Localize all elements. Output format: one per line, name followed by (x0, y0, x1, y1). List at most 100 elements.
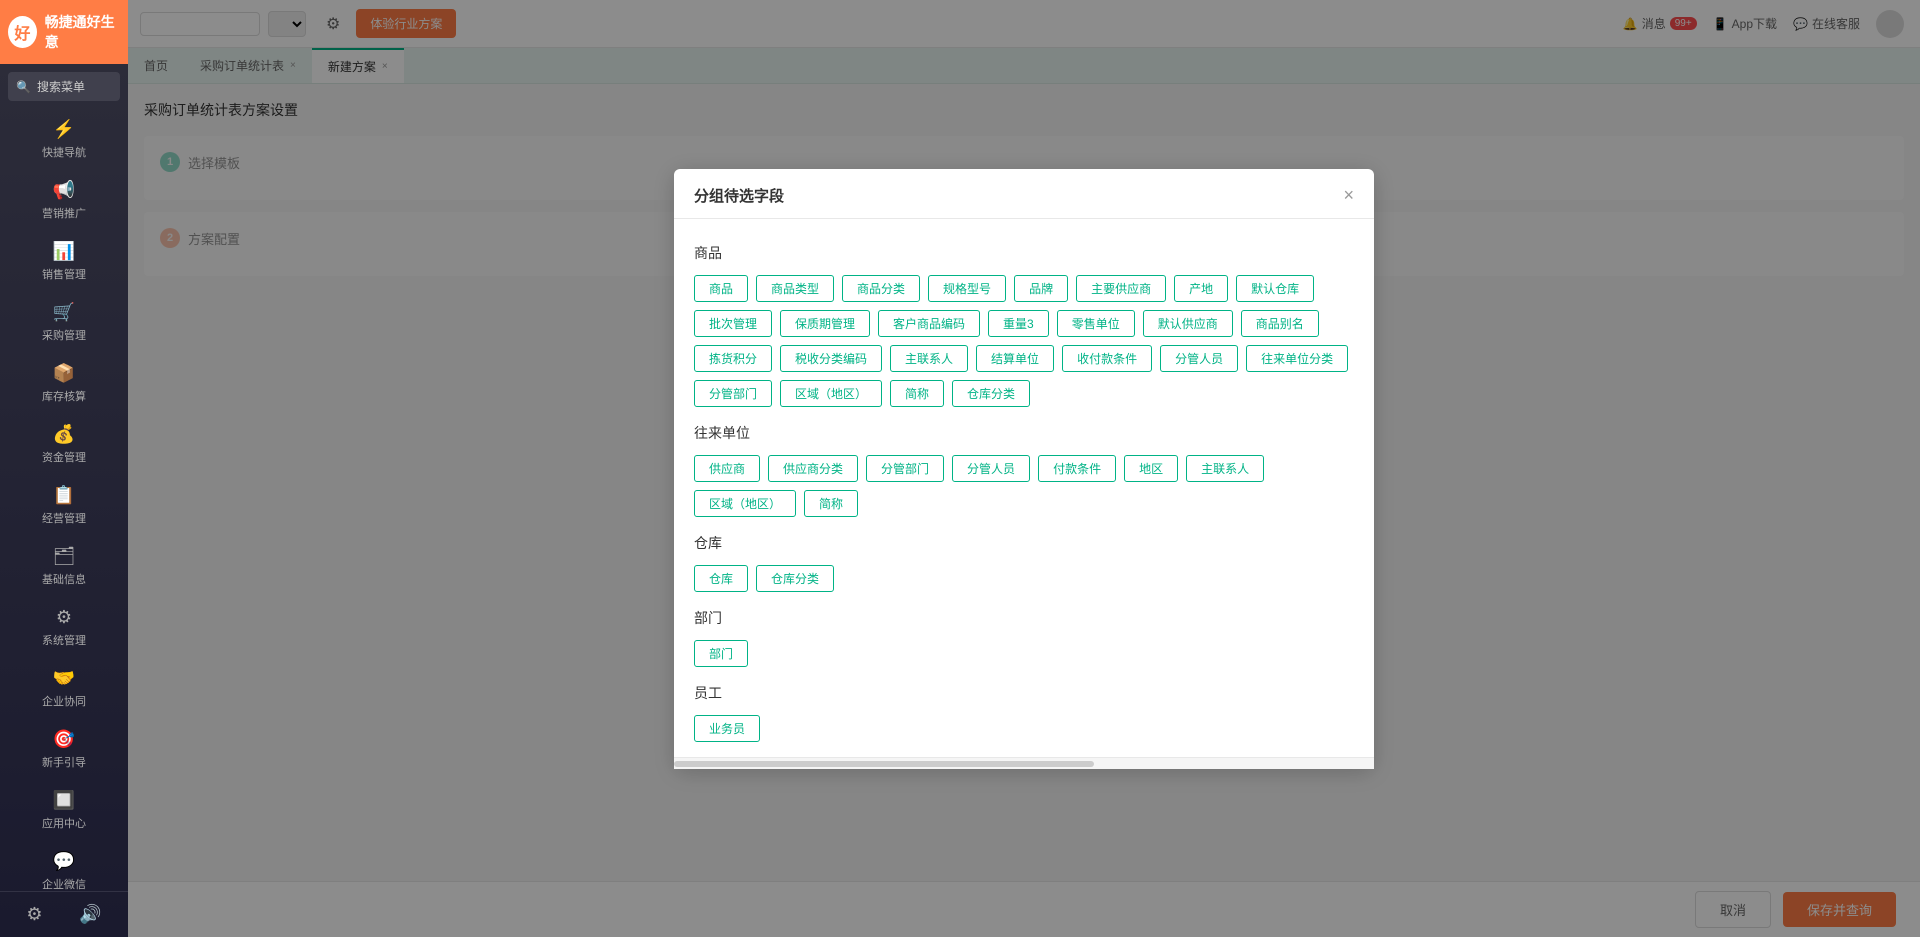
sidebar-icon-qiyeweixin: 💬 (53, 851, 75, 872)
field-tag-partner-8[interactable]: 简称 (804, 490, 858, 517)
sidebar-label-zijin: 资金管理 (42, 449, 86, 465)
field-tag-product-25[interactable]: 仓库分类 (952, 380, 1030, 407)
sidebar-label-yingxiao: 营销推广 (42, 205, 86, 221)
sidebar-item-yingyong[interactable]: 🔲 应用中心 (0, 780, 128, 841)
field-tag-product-5[interactable]: 主要供应商 (1076, 275, 1166, 302)
field-grid-partner: 供应商供应商分类分管部门分管人员付款条件地区主联系人区域（地区） 简称 (694, 455, 1354, 517)
sidebar-item-yingxiao[interactable]: 📢 营销推广 (0, 170, 128, 231)
sidebar-label-qiye: 企业协同 (42, 693, 86, 709)
sidebar-item-zijin[interactable]: 💰 资金管理 (0, 414, 128, 475)
sidebar-item-kuaijie[interactable]: ⚡ 快捷导航 (0, 109, 128, 170)
field-tag-product-13[interactable]: 默认供应商 (1143, 310, 1233, 337)
field-tag-partner-4[interactable]: 付款条件 (1038, 455, 1116, 482)
sidebar-item-qiyeweixin[interactable]: 💬 企业微信 (0, 841, 128, 891)
logo-icon: 好 (8, 16, 37, 48)
field-tag-product-7[interactable]: 默认仓库 (1236, 275, 1314, 302)
field-tag-partner-7[interactable]: 区域（地区） (694, 490, 796, 517)
field-tag-product-6[interactable]: 产地 (1174, 275, 1228, 302)
field-tag-product-16[interactable]: 税收分类编码 (780, 345, 882, 372)
sidebar-label-xiaoshou: 销售管理 (42, 266, 86, 282)
sidebar-search-area: 🔍 搜索菜单 (0, 64, 128, 109)
sidebar-icon-jingying: 📋 (53, 485, 75, 506)
section-title-product: 商品 (694, 243, 1354, 263)
sidebar-item-jingying[interactable]: 📋 经营管理 (0, 475, 128, 536)
field-tag-product-15[interactable]: 拣货积分 (694, 345, 772, 372)
sidebar-bottom: ⚙ 🔊 (0, 891, 128, 937)
field-tag-product-12[interactable]: 零售单位 (1057, 310, 1135, 337)
sidebar: 好 畅捷通好生意 🔍 搜索菜单 ⚡ 快捷导航 📢 营销推广 📊 销售管理 🛒 采… (0, 0, 128, 937)
sidebar-icon-xiaoshou: 📊 (53, 241, 75, 262)
settings-bottom-icon[interactable]: ⚙ (26, 904, 42, 925)
sidebar-icon-xinshou: 🎯 (53, 729, 75, 750)
field-tag-product-0[interactable]: 商品 (694, 275, 748, 302)
field-tag-partner-0[interactable]: 供应商 (694, 455, 760, 482)
horizontal-scrollbar (674, 757, 1374, 769)
field-tag-product-10[interactable]: 客户商品编码 (878, 310, 980, 337)
field-tag-product-22[interactable]: 分管部门 (694, 380, 772, 407)
dialog-overlay: 分组待选字段 × 商品商品商品类型商品分类规格型号品牌主要供应商产地默认仓库批次… (128, 0, 1920, 937)
field-tag-partner-6[interactable]: 主联系人 (1186, 455, 1264, 482)
field-tag-product-19[interactable]: 收付款条件 (1062, 345, 1152, 372)
field-tag-partner-3[interactable]: 分管人员 (952, 455, 1030, 482)
field-tag-product-24[interactable]: 简称 (890, 380, 944, 407)
section-title-partner: 往来单位 (694, 423, 1354, 443)
sidebar-item-xinshou[interactable]: 🎯 新手引导 (0, 719, 128, 780)
sidebar-icon-jichu: 🗂 (53, 546, 76, 567)
field-tag-product-21[interactable]: 往来单位分类 (1246, 345, 1348, 372)
sidebar-label-qiyeweixin: 企业微信 (42, 876, 86, 891)
field-tag-product-8[interactable]: 批次管理 (694, 310, 772, 337)
volume-icon[interactable]: 🔊 (79, 904, 101, 925)
field-tag-product-9[interactable]: 保质期管理 (780, 310, 870, 337)
field-tag-warehouse-0[interactable]: 仓库 (694, 565, 748, 592)
sidebar-icon-kuaijie: ⚡ (53, 119, 75, 140)
sidebar-nav: ⚡ 快捷导航 📢 营销推广 📊 销售管理 🛒 采购管理 📦 库存核算 💰 资金管… (0, 109, 128, 891)
field-tag-product-17[interactable]: 主联系人 (890, 345, 968, 372)
field-tag-product-18[interactable]: 结算单位 (976, 345, 1054, 372)
sidebar-icon-qiye: 🤝 (53, 668, 75, 689)
sidebar-icon-kucun: 📦 (53, 363, 75, 384)
field-tag-product-2[interactable]: 商品分类 (842, 275, 920, 302)
sidebar-label-yingyong: 应用中心 (42, 815, 86, 831)
field-tag-product-11[interactable]: 重量3 (988, 310, 1049, 337)
sidebar-label-jichu: 基础信息 (42, 571, 86, 587)
dialog-title: 分组待选字段 (694, 185, 784, 206)
app-logo: 好 畅捷通好生意 (0, 0, 128, 64)
field-grid-warehouse: 仓库仓库分类 (694, 565, 1354, 592)
field-tag-product-23[interactable]: 区域（地区） (780, 380, 882, 407)
search-icon: 🔍 (16, 80, 31, 94)
field-tag-employee-0[interactable]: 业务员 (694, 715, 760, 742)
field-grid-employee: 业务员 (694, 715, 1354, 742)
field-grid-department: 部门 (694, 640, 1354, 667)
sidebar-item-kucun[interactable]: 📦 库存核算 (0, 353, 128, 414)
sidebar-item-jichu[interactable]: 🗂 基础信息 (0, 536, 128, 597)
field-tag-product-14[interactable]: 商品别名 (1241, 310, 1319, 337)
sidebar-icon-yingxiao: 📢 (53, 180, 75, 201)
field-tag-product-20[interactable]: 分管人员 (1160, 345, 1238, 372)
field-tag-partner-1[interactable]: 供应商分类 (768, 455, 858, 482)
search-menu-button[interactable]: 🔍 搜索菜单 (8, 72, 120, 101)
sidebar-item-qiye[interactable]: 🤝 企业协同 (0, 658, 128, 719)
field-tag-product-1[interactable]: 商品类型 (756, 275, 834, 302)
dialog-header: 分组待选字段 × (674, 169, 1374, 219)
sidebar-icon-caigou: 🛒 (53, 302, 75, 323)
field-tag-product-4[interactable]: 品牌 (1014, 275, 1068, 302)
field-tag-partner-2[interactable]: 分管部门 (866, 455, 944, 482)
field-tag-warehouse-1[interactable]: 仓库分类 (756, 565, 834, 592)
sidebar-label-caigou: 采购管理 (42, 327, 86, 343)
field-tag-partner-5[interactable]: 地区 (1124, 455, 1178, 482)
search-menu-label: 搜索菜单 (37, 78, 85, 95)
field-select-dialog: 分组待选字段 × 商品商品商品类型商品分类规格型号品牌主要供应商产地默认仓库批次… (674, 169, 1374, 769)
dialog-body[interactable]: 商品商品商品类型商品分类规格型号品牌主要供应商产地默认仓库批次管理保质期管理客户… (674, 219, 1374, 757)
sidebar-label-kucun: 库存核算 (42, 388, 86, 404)
sidebar-label-kuaijie: 快捷导航 (42, 144, 86, 160)
sidebar-icon-xitong: ⚙ (56, 607, 72, 628)
field-tag-product-3[interactable]: 规格型号 (928, 275, 1006, 302)
sidebar-icon-zijin: 💰 (53, 424, 75, 445)
sidebar-label-xitong: 系统管理 (42, 632, 86, 648)
sidebar-item-xitong[interactable]: ⚙ 系统管理 (0, 597, 128, 658)
sidebar-label-xinshou: 新手引导 (42, 754, 86, 770)
dialog-close-button[interactable]: × (1343, 185, 1354, 206)
sidebar-item-xiaoshou[interactable]: 📊 销售管理 (0, 231, 128, 292)
field-tag-department-0[interactable]: 部门 (694, 640, 748, 667)
sidebar-item-caigou[interactable]: 🛒 采购管理 (0, 292, 128, 353)
